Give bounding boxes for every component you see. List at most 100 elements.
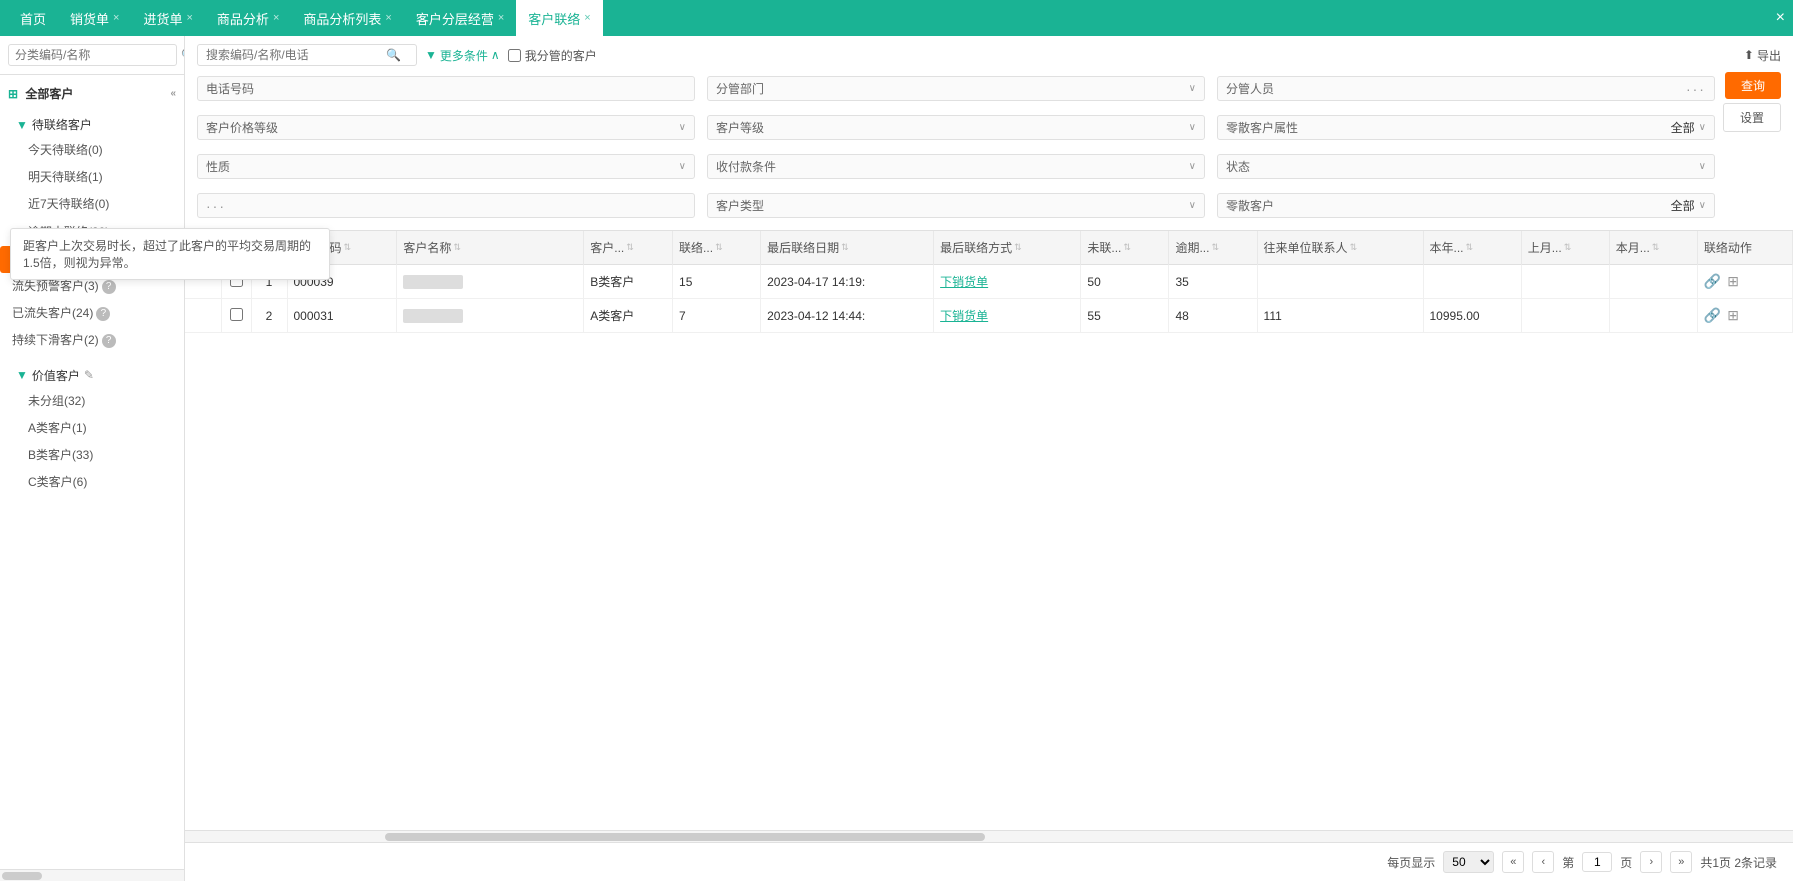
value-edit-icon[interactable]: ✎	[84, 368, 94, 382]
nav-product-analysis-list[interactable]: 商品分析列表 ×	[291, 0, 403, 36]
sidebar-item-7days[interactable]: 近7天待联络(0)	[16, 191, 184, 218]
sub-person-dots-icon[interactable]: ···	[1686, 81, 1706, 97]
prev-page-btn[interactable]: ‹	[1532, 851, 1554, 873]
scroll-thumb[interactable]	[385, 833, 985, 841]
sidebar-item-declining[interactable]: 持续下滑客户(2) ?	[0, 327, 184, 354]
nav-product-analysis[interactable]: 商品分析 ×	[205, 0, 291, 36]
filter-more-btn[interactable]: ▼ 更多条件 ∧	[425, 47, 500, 64]
first-page-btn[interactable]: «	[1502, 851, 1524, 873]
nav-customer-tier[interactable]: 客户分层经营 ×	[404, 0, 516, 36]
col-type[interactable]: 客户... ⇅	[584, 231, 673, 265]
filter-retail-attr-value: 全部	[1671, 119, 1695, 136]
filter-search-icon[interactable]: 🔍	[386, 48, 401, 62]
query-button[interactable]: 查询	[1725, 72, 1781, 99]
tooltip-repurchase: 距客户上次交易时长，超过了此客户的平均交易周期的1.5倍，则视为异常。	[10, 228, 185, 280]
filter-icon: ▼	[425, 48, 437, 62]
status-dropdown-icon[interactable]: ∨	[1699, 161, 1706, 172]
nav-customer-tier-close[interactable]: ×	[498, 12, 504, 24]
dots3-icon[interactable]: ···	[206, 198, 226, 214]
sidebar-bottom-scrollbar[interactable]	[0, 869, 184, 881]
sidebar-all-customers-header[interactable]: ⊞ 全部客户 «	[8, 81, 176, 106]
filter-status[interactable]: 状态 ∨	[1217, 154, 1715, 179]
col-type-sort-icon: ⇅	[626, 242, 634, 253]
nav-product-analysis-list-close[interactable]: ×	[385, 12, 391, 24]
filter-price-level[interactable]: 客户价格等级 ∨	[197, 115, 695, 140]
sub-dept-dropdown-icon[interactable]: ∨	[1189, 83, 1196, 94]
horizontal-scrollbar[interactable]	[185, 830, 1793, 842]
nav-sales[interactable]: 销货单 ×	[58, 0, 131, 36]
next-page-btn[interactable]: ›	[1640, 851, 1662, 873]
row-checkbox-1[interactable]	[230, 308, 243, 321]
col-last-date[interactable]: 最后联络日期 ⇅	[761, 231, 934, 265]
customer-table: ⚙ 客户编码 ⇅	[185, 231, 1793, 333]
retail-customer-dropdown-icon[interactable]: ∨	[1699, 200, 1706, 211]
action-grid-icon[interactable]: ⊞	[1727, 307, 1739, 324]
last-page-btn[interactable]: »	[1670, 851, 1692, 873]
filter-sub-dept[interactable]: 分管部门 ∨	[707, 76, 1205, 101]
filter-gender[interactable]: 性质 ∨	[197, 154, 695, 179]
sidebar-item-lost[interactable]: 已流失客户(24) ?	[0, 300, 184, 327]
sidebar-item-a-class[interactable]: A类客户(1)	[16, 415, 184, 442]
customer-type-dropdown-icon[interactable]: ∨	[1189, 200, 1196, 211]
action-link-icon[interactable]: 🔗	[1704, 307, 1721, 324]
col-pending-label: 未联...	[1087, 239, 1121, 256]
sidebar-pending-group-label[interactable]: ▼ 待联络客户	[8, 112, 184, 137]
payment-term-dropdown-icon[interactable]: ∨	[1189, 161, 1196, 172]
filter-retail-attr[interactable]: 零散客户属性 全部 ∨	[1217, 115, 1715, 140]
window-close-icon[interactable]: ×	[1776, 9, 1785, 27]
sidebar-value-group-label[interactable]: ▼ 价值客户 ✎	[8, 363, 184, 388]
action-link-icon[interactable]: 🔗	[1704, 273, 1721, 290]
row-last-method[interactable]: 下销货单	[934, 299, 1081, 333]
sidebar-item-b-class[interactable]: B类客户(33)	[16, 442, 184, 469]
my-customers-checkbox[interactable]	[508, 49, 521, 62]
gender-dropdown-icon[interactable]: ∨	[679, 161, 686, 172]
table-body: 1 000039 B类客户 15 2023-04-17 14:19: 下销货单 …	[185, 265, 1793, 333]
sidebar-search-input[interactable]	[8, 44, 177, 66]
filter-payment-term[interactable]: 收付款条件 ∨	[707, 154, 1205, 179]
col-unit-contact[interactable]: 往来单位联系人 ⇅	[1257, 231, 1423, 265]
col-overdue[interactable]: 逾期... ⇅	[1169, 231, 1257, 265]
filter-customer-type[interactable]: 客户类型 ∨	[707, 193, 1205, 218]
filter-customer-level[interactable]: 客户等级 ∨	[707, 115, 1205, 140]
col-last-month[interactable]: 上月... ⇅	[1521, 231, 1609, 265]
page-input[interactable]	[1582, 852, 1612, 872]
col-name[interactable]: 客户名称 ⇅	[397, 231, 584, 265]
col-pending[interactable]: 未联... ⇅	[1081, 231, 1169, 265]
filter-retail-customer[interactable]: 零散客户 全部 ∨	[1217, 193, 1715, 218]
price-level-dropdown-icon[interactable]: ∨	[679, 122, 686, 133]
lost-info-icon[interactable]: ?	[96, 307, 110, 321]
col-contact-sort-icon: ⇅	[715, 242, 723, 253]
lost-pre-info-icon[interactable]: ?	[102, 280, 116, 294]
setting-button[interactable]: 设置	[1723, 103, 1781, 132]
retail-attr-dropdown-icon[interactable]: ∨	[1699, 122, 1706, 133]
row-checkbox-cell[interactable]	[221, 299, 251, 333]
row-last-method[interactable]: 下销货单	[934, 265, 1081, 299]
sidebar-item-c-class[interactable]: C类客户(6)	[16, 469, 184, 496]
sidebar-value-items: 未分组(32) A类客户(1) B类客户(33) C类客户(6)	[8, 388, 184, 497]
per-page-select[interactable]: 50 100 200	[1443, 851, 1494, 873]
col-contact[interactable]: 联络... ⇅	[673, 231, 761, 265]
sidebar-item-ungroup[interactable]: 未分组(32)	[16, 388, 184, 415]
nav-purchase[interactable]: 进货单 ×	[131, 0, 204, 36]
nav-home[interactable]: 首页	[8, 0, 58, 36]
declining-info-icon[interactable]: ?	[102, 334, 116, 348]
col-last-method[interactable]: 最后联络方式 ⇅	[934, 231, 1081, 265]
nav-customer-contact-close[interactable]: ×	[584, 12, 590, 24]
sidebar-item-tomorrow[interactable]: 明天待联络(1)	[16, 164, 184, 191]
nav-sales-close[interactable]: ×	[113, 12, 119, 24]
col-this-year-sort-icon: ⇅	[1466, 242, 1474, 253]
export-button[interactable]: ⬆ 导出	[1744, 47, 1781, 64]
my-customers-checkbox-label[interactable]: 我分管的客户	[508, 47, 597, 64]
customer-level-dropdown-icon[interactable]: ∨	[1189, 122, 1196, 133]
action-grid-icon[interactable]: ⊞	[1727, 273, 1739, 290]
nav-purchase-close[interactable]: ×	[186, 12, 192, 24]
nav-product-analysis-close[interactable]: ×	[273, 12, 279, 24]
col-this-month[interactable]: 本月... ⇅	[1609, 231, 1697, 265]
filter-search-input[interactable]	[206, 48, 386, 62]
sidebar-item-today[interactable]: 今天待联络(0)	[16, 137, 184, 164]
filter-fields-row3: 性质 ∨ 收付款条件 ∨ 状态 ∨	[197, 150, 1715, 183]
col-this-year[interactable]: 本年... ⇅	[1423, 231, 1521, 265]
row-last-date: 2023-04-17 14:19:	[761, 265, 934, 299]
nav-customer-contact[interactable]: 客户联络 ×	[516, 0, 602, 36]
sidebar-collapse-btn[interactable]: «	[170, 88, 176, 99]
